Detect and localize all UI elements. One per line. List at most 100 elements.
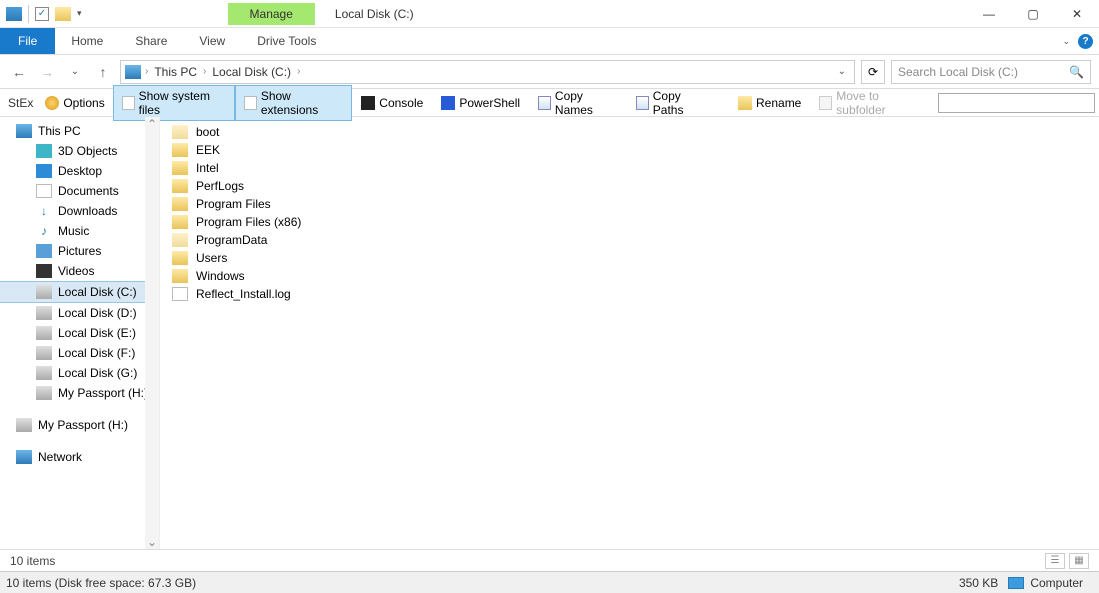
vid-icon bbox=[36, 264, 52, 278]
up-button[interactable]: ↑ bbox=[92, 61, 114, 83]
stex-rename-button[interactable]: Rename bbox=[729, 92, 810, 114]
file-name: Windows bbox=[196, 269, 245, 283]
console-icon bbox=[361, 96, 375, 110]
help-icon[interactable]: ? bbox=[1078, 34, 1093, 49]
file-tab[interactable]: File bbox=[0, 28, 55, 54]
nav-item-label: Pictures bbox=[58, 244, 101, 258]
stex-powershell-button[interactable]: PowerShell bbox=[432, 92, 529, 114]
copy-icon bbox=[538, 96, 551, 110]
stex-button-label: Show extensions bbox=[261, 89, 343, 117]
breadcrumb-local-disk-c[interactable]: Local Disk (C:) bbox=[210, 65, 293, 79]
scroll-down-icon[interactable]: ⌄ bbox=[147, 535, 157, 549]
drive-tools-tab[interactable]: Drive Tools bbox=[241, 28, 332, 54]
new-folder-icon[interactable] bbox=[55, 7, 71, 21]
file-item-eek[interactable]: EEK bbox=[172, 141, 1087, 159]
nav-item-this-pc[interactable]: This PC bbox=[0, 121, 159, 141]
forward-button[interactable]: → bbox=[36, 61, 58, 83]
chevron-right-icon[interactable]: › bbox=[145, 66, 148, 77]
breadcrumb-this-pc[interactable]: This PC bbox=[152, 65, 199, 79]
refresh-button[interactable]: ⟳ bbox=[861, 60, 885, 84]
explorer-icon bbox=[6, 7, 22, 21]
folder-icon bbox=[172, 215, 188, 229]
address-dropdown-icon[interactable]: ⌄ bbox=[834, 66, 850, 77]
properties-icon[interactable]: ✓ bbox=[35, 7, 49, 21]
nav-item-documents[interactable]: Documents bbox=[0, 181, 159, 201]
nav-item-music[interactable]: ♪Music bbox=[0, 221, 159, 241]
folder-icon bbox=[172, 269, 188, 283]
chevron-right-icon[interactable]: › bbox=[203, 66, 206, 77]
chevron-right-icon[interactable]: › bbox=[297, 66, 300, 77]
view-tab[interactable]: View bbox=[183, 28, 241, 54]
nav-item-videos[interactable]: Videos bbox=[0, 261, 159, 281]
ext-icon bbox=[244, 96, 257, 110]
stex-show-system-files-button[interactable]: Show system files bbox=[113, 85, 235, 121]
stex-options-button[interactable]: Options bbox=[39, 96, 110, 110]
navigation-pane: This PC 3D ObjectsDesktop Documents ↓Downlo… bbox=[0, 117, 160, 549]
nav-item-downloads[interactable]: ↓Downloads bbox=[0, 201, 159, 221]
file-item-program-files[interactable]: Program Files bbox=[172, 195, 1087, 213]
nav-item-pictures[interactable]: Pictures bbox=[0, 241, 159, 261]
nav-item-network[interactable]: Network bbox=[0, 447, 159, 467]
file-item-windows[interactable]: Windows bbox=[172, 267, 1087, 285]
nav-item-label: Local Disk (D:) bbox=[58, 306, 137, 320]
file-name: Program Files (x86) bbox=[196, 215, 301, 229]
file-item-reflect-install-log[interactable]: Reflect_Install.log bbox=[172, 285, 1087, 303]
nav-item-my-passport-h-[interactable]: My Passport (H:) bbox=[0, 383, 159, 403]
stex-copy-paths-button[interactable]: Copy Paths bbox=[627, 85, 718, 121]
file-list[interactable]: boot EEKIntelPerfLogsProgram Files Program… bbox=[160, 117, 1099, 549]
thumbnails-view-button[interactable]: ▦ bbox=[1069, 553, 1089, 569]
file-name: ProgramData bbox=[196, 233, 267, 247]
nav-item-local-disk-g-[interactable]: Local Disk (G:) bbox=[0, 363, 159, 383]
nav-item-desktop[interactable]: Desktop bbox=[0, 161, 159, 181]
maximize-button[interactable]: ▢ bbox=[1011, 0, 1055, 28]
disk-icon bbox=[36, 285, 52, 299]
manage-contextual-tab[interactable]: Manage bbox=[228, 3, 315, 25]
close-button[interactable]: ✕ bbox=[1055, 0, 1099, 28]
recent-dropdown-icon[interactable]: ⌄ bbox=[64, 61, 86, 83]
nav-item-my-passport-h-[interactable]: My Passport (H:) bbox=[0, 415, 159, 435]
nav-item-3d-objects[interactable]: 3D Objects bbox=[0, 141, 159, 161]
stex-console-button[interactable]: Console bbox=[352, 92, 432, 114]
qat-dropdown-icon[interactable]: ▾ bbox=[77, 8, 82, 19]
disk-icon bbox=[16, 418, 32, 432]
nav-item-label: Local Disk (E:) bbox=[58, 326, 136, 340]
share-tab[interactable]: Share bbox=[119, 28, 183, 54]
back-button[interactable]: ← bbox=[8, 61, 30, 83]
disk-icon bbox=[36, 366, 52, 380]
stex-options-label: Options bbox=[63, 96, 104, 110]
details-view-button[interactable]: ☰ bbox=[1045, 553, 1065, 569]
file-item-users[interactable]: Users bbox=[172, 249, 1087, 267]
minimize-button[interactable]: — bbox=[967, 0, 1011, 28]
nav-item-local-disk-d-[interactable]: Local Disk (D:) bbox=[0, 303, 159, 323]
net-icon bbox=[16, 450, 32, 464]
search-input[interactable]: Search Local Disk (C:) 🔍 bbox=[891, 60, 1091, 84]
file-item-boot[interactable]: boot bbox=[172, 123, 1087, 141]
nav-item-local-disk-f-[interactable]: Local Disk (F:) bbox=[0, 343, 159, 363]
nav-scrollbar[interactable]: ⌃ ⌄ bbox=[145, 117, 159, 549]
file-name: Reflect_Install.log bbox=[196, 287, 291, 301]
nav-item-local-disk-e-[interactable]: Local Disk (E:) bbox=[0, 323, 159, 343]
copy-icon bbox=[636, 96, 649, 110]
breadcrumb-box[interactable]: › This PC › Local Disk (C:) › ⌄ bbox=[120, 60, 855, 84]
ribbon-collapse-icon[interactable]: ⌄ bbox=[1062, 36, 1070, 47]
nav-item-label: Documents bbox=[58, 184, 119, 198]
file-item-perflogs[interactable]: PerfLogs bbox=[172, 177, 1087, 195]
stex-toolbar: StEx Options Show system filesShow exten… bbox=[0, 89, 1099, 117]
stex-subfolder-input[interactable] bbox=[938, 93, 1095, 113]
stex-button-label: Copy Names bbox=[555, 89, 618, 117]
stex-copy-names-button[interactable]: Copy Names bbox=[529, 85, 627, 121]
move-icon bbox=[819, 96, 832, 110]
file-item-programdata[interactable]: ProgramData bbox=[172, 231, 1087, 249]
nav-item-label: My Passport (H:) bbox=[58, 386, 148, 400]
pic-icon bbox=[36, 244, 52, 258]
file-item-program-files-x86-[interactable]: Program Files (x86) bbox=[172, 213, 1087, 231]
nav-item-label: This PC bbox=[38, 124, 81, 138]
music-icon: ♪ bbox=[36, 224, 52, 238]
file-name: boot bbox=[196, 125, 219, 139]
file-icon bbox=[122, 96, 135, 110]
scroll-up-icon[interactable]: ⌃ bbox=[147, 117, 157, 131]
stex-show-extensions-button[interactable]: Show extensions bbox=[235, 85, 352, 121]
nav-item-local-disk-c-[interactable]: Local Disk (C:) bbox=[0, 281, 159, 303]
home-tab[interactable]: Home bbox=[55, 28, 119, 54]
file-item-intel[interactable]: Intel bbox=[172, 159, 1087, 177]
